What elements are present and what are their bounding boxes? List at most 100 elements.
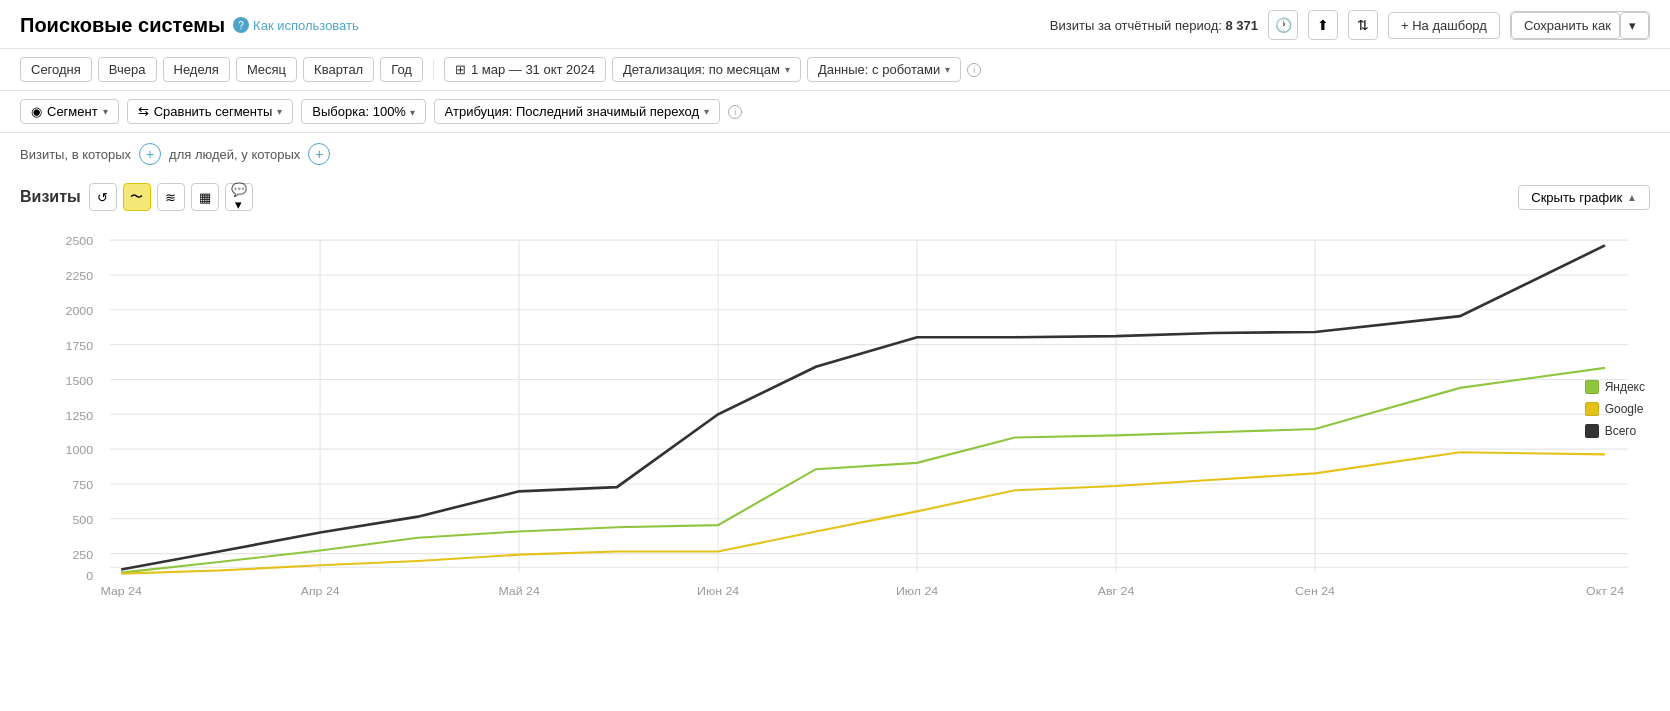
svg-text:Сен 24: Сен 24 (1295, 584, 1335, 598)
chart-title: Визиты (20, 188, 81, 206)
svg-text:2000: 2000 (66, 304, 94, 318)
chart-svg: 2500 2250 2000 1750 1500 1250 1000 750 5… (20, 219, 1650, 599)
attr-info-icon: i (728, 105, 742, 119)
chart-area: 2500 2250 2000 1750 1500 1250 1000 750 5… (20, 219, 1650, 599)
line-chart-btn[interactable]: 〜 (123, 183, 151, 211)
svg-text:2250: 2250 (66, 270, 94, 284)
header: Поисковые системы ? Как использовать Виз… (0, 0, 1670, 49)
detail-label: Детализация: по месяцам (623, 62, 780, 77)
today-btn[interactable]: Сегодня (20, 57, 92, 82)
save-as-dropdown-btn[interactable]: ▾ (1620, 12, 1649, 39)
svg-text:Июн 24: Июн 24 (697, 584, 739, 598)
page-title: Поисковые системы (20, 14, 225, 37)
legend-google-color (1585, 402, 1599, 416)
attr-label: Атрибуция: Последний значимый переход (445, 104, 700, 119)
chart-title-area: Визиты ↺ 〜 ≋ ▦ 💬 ▾ (20, 183, 253, 211)
svg-text:Окт 24: Окт 24 (1586, 584, 1624, 598)
svg-text:Авг 24: Авг 24 (1098, 584, 1135, 598)
date-range-label: 1 мар — 31 окт 2024 (471, 62, 595, 77)
yesterday-btn[interactable]: Вчера (98, 57, 157, 82)
svg-text:Апр 24: Апр 24 (301, 584, 340, 598)
add-people-condition-btn[interactable]: + (308, 143, 330, 165)
data-info-icon: i (967, 63, 981, 77)
sample-btn[interactable]: Выборка: 100% ▾ (301, 99, 425, 124)
segment-chevron: ▾ (103, 106, 108, 117)
header-left: Поисковые системы ? Как использовать (20, 14, 359, 37)
add-dashboard-label: + На дашборд (1401, 18, 1487, 33)
data-chevron: ▾ (945, 64, 950, 75)
add-dashboard-button[interactable]: + На дашборд (1388, 12, 1500, 39)
svg-text:2500: 2500 (66, 235, 94, 249)
svg-text:1500: 1500 (66, 374, 94, 388)
legend-google[interactable]: Google (1585, 402, 1645, 416)
quarter-btn[interactable]: Квартал (303, 57, 374, 82)
legend-google-label: Google (1605, 402, 1644, 416)
filter-bar: ◉ Сегмент ▾ ⇆ Сравнить сегменты ▾ Выборк… (0, 91, 1670, 133)
add-visits-condition-btn[interactable]: + (139, 143, 161, 165)
svg-text:Июл 24: Июл 24 (896, 584, 939, 598)
people-condition-text: для людей, у которых (169, 147, 300, 162)
detail-chevron: ▾ (785, 64, 790, 75)
svg-text:500: 500 (72, 513, 93, 527)
refresh-icon-btn[interactable]: ↺ (89, 183, 117, 211)
save-as-button[interactable]: Сохранить как (1511, 12, 1620, 39)
segment-icon: ◉ (31, 104, 42, 119)
bar-chart-btn[interactable]: ▦ (191, 183, 219, 211)
svg-text:250: 250 (72, 548, 93, 562)
visits-label: Визиты за отчётный период: 8 371 (1050, 18, 1258, 33)
legend-total-label: Всего (1605, 424, 1636, 438)
attr-chevron: ▾ (704, 106, 709, 117)
sample-label: Выборка: 100% (312, 104, 406, 119)
legend-yandex-label: Яндекс (1605, 380, 1645, 394)
chart-controls: ↺ 〜 ≋ ▦ 💬 ▾ (89, 183, 253, 211)
compare-chevron: ▾ (277, 106, 282, 117)
help-text: Как использовать (253, 18, 359, 33)
svg-text:0: 0 (86, 569, 93, 583)
attr-btn[interactable]: Атрибуция: Последний значимый переход ▾ (434, 99, 721, 124)
legend-total-color (1585, 424, 1599, 438)
hide-chart-btn[interactable]: Скрыть график ▲ (1518, 185, 1650, 210)
svg-text:750: 750 (72, 479, 93, 493)
year-btn[interactable]: Год (380, 57, 423, 82)
svg-text:1750: 1750 (66, 339, 94, 353)
toolbar-separator (433, 60, 434, 80)
legend-yandex-color (1585, 380, 1599, 394)
help-icon: ? (233, 17, 249, 33)
data-btn[interactable]: Данные: с роботами ▾ (807, 57, 961, 82)
comment-btn[interactable]: 💬 ▾ (225, 183, 253, 211)
segment-btn[interactable]: ◉ Сегмент ▾ (20, 99, 119, 124)
date-range-btn[interactable]: ⊞ 1 мар — 31 окт 2024 (444, 57, 606, 82)
detail-btn[interactable]: Детализация: по месяцам ▾ (612, 57, 801, 82)
visits-value: 8 371 (1225, 18, 1258, 33)
data-label: Данные: с роботами (818, 62, 940, 77)
save-as-wrapper: Сохранить как ▾ (1510, 11, 1650, 40)
compare-icon-btn[interactable]: ⇅ (1348, 10, 1378, 40)
chart-header: Визиты ↺ 〜 ≋ ▦ 💬 ▾ Скрыть график ▲ (20, 175, 1650, 219)
clock-icon-btn[interactable]: 🕐 (1268, 10, 1298, 40)
sample-chevron: ▾ (410, 107, 415, 118)
svg-text:Май 24: Май 24 (498, 584, 540, 598)
visits-condition-text: Визиты, в которых (20, 147, 131, 162)
area-chart-btn[interactable]: ≋ (157, 183, 185, 211)
segment-label: Сегмент (47, 104, 98, 119)
export-icon-btn[interactable]: ⬆ (1308, 10, 1338, 40)
svg-text:1250: 1250 (66, 409, 94, 423)
calendar-icon: ⊞ (455, 62, 466, 77)
month-btn[interactable]: Месяц (236, 57, 297, 82)
help-link[interactable]: ? Как использовать (233, 17, 359, 33)
hide-chart-label: Скрыть график (1531, 190, 1622, 205)
compare-btn[interactable]: ⇆ Сравнить сегменты ▾ (127, 99, 294, 124)
compare-icon: ⇆ (138, 104, 149, 119)
condition-bar: Визиты, в которых + для людей, у которых… (0, 133, 1670, 175)
hide-chart-chevron: ▲ (1627, 192, 1637, 203)
chart-section: Визиты ↺ 〜 ≋ ▦ 💬 ▾ Скрыть график ▲ (0, 175, 1670, 599)
svg-text:Мар 24: Мар 24 (100, 584, 142, 598)
svg-text:1000: 1000 (66, 444, 94, 458)
header-right: Визиты за отчётный период: 8 371 🕐 ⬆ ⇅ +… (1050, 10, 1650, 40)
legend-yandex[interactable]: Яндекс (1585, 380, 1645, 394)
chart-legend: Яндекс Google Всего (1585, 380, 1645, 438)
week-btn[interactable]: Неделя (163, 57, 230, 82)
date-toolbar: Сегодня Вчера Неделя Месяц Квартал Год ⊞… (0, 49, 1670, 91)
compare-label: Сравнить сегменты (154, 104, 273, 119)
legend-total[interactable]: Всего (1585, 424, 1645, 438)
